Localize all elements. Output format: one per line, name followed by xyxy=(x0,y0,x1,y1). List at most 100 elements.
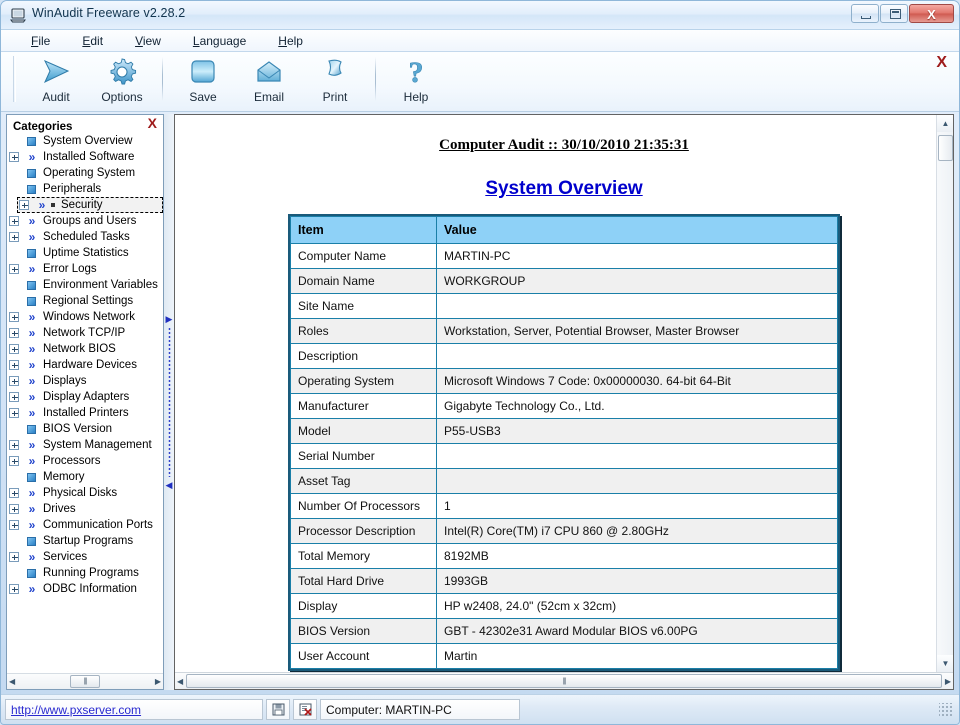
print-button[interactable]: Print xyxy=(302,52,368,107)
sidebar-item-regional-settings[interactable]: Regional Settings xyxy=(7,293,163,309)
sidebar-item-drives[interactable]: »Drives xyxy=(7,501,163,517)
expand-icon[interactable] xyxy=(9,392,19,402)
scroll-left-icon[interactable]: ◀ xyxy=(9,677,15,686)
cell-value: Intel(R) Core(TM) i7 CPU 860 @ 2.80GHz xyxy=(437,519,838,544)
report-vscrollbar[interactable]: ▲ ▼ xyxy=(936,115,953,672)
save-button[interactable]: Save xyxy=(170,52,236,107)
splitter-collapse-right-icon[interactable]: ▶ xyxy=(166,315,173,323)
website-link[interactable]: http://www.pxserver.com xyxy=(11,703,141,717)
report-section-heading[interactable]: System Overview xyxy=(175,178,953,200)
table-row: Processor DescriptionIntel(R) Core(TM) i… xyxy=(291,519,838,544)
menu-item-edit[interactable]: Edit xyxy=(66,32,119,50)
sidebar-item-installed-printers[interactable]: »Installed Printers xyxy=(7,405,163,421)
sidebar-item-label: Running Programs xyxy=(43,567,139,579)
chevron-double-right-icon: » xyxy=(23,392,39,402)
sidebar-hscrollbar[interactable]: ◀ ||| ▶ xyxy=(7,673,163,689)
sidebar-item-odbc-information[interactable]: »ODBC Information xyxy=(7,581,163,597)
chevron-double-right-icon: » xyxy=(23,584,39,594)
sidebar-item-processors[interactable]: »Processors xyxy=(7,453,163,469)
expand-icon[interactable] xyxy=(9,584,19,594)
help-button[interactable]: ? Help xyxy=(383,52,449,107)
scroll-right-icon[interactable]: ▶ xyxy=(155,677,161,686)
sidebar-item-network-tcp-ip[interactable]: »Network TCP/IP xyxy=(7,325,163,341)
sidebar-item-memory[interactable]: Memory xyxy=(7,469,163,485)
expand-icon[interactable] xyxy=(9,376,19,386)
sidebar-item-security[interactable]: »Security xyxy=(17,197,163,213)
panel-splitter[interactable]: ▶ ◀ xyxy=(164,114,174,690)
expand-icon[interactable] xyxy=(9,344,19,354)
audit-button[interactable]: Audit xyxy=(23,52,89,107)
expand-icon[interactable] xyxy=(9,312,19,322)
sidebar-item-operating-system[interactable]: Operating System xyxy=(7,165,163,181)
sidebar-item-windows-network[interactable]: »Windows Network xyxy=(7,309,163,325)
column-header-item: Item xyxy=(291,217,437,244)
expand-icon[interactable] xyxy=(9,552,19,562)
sidebar-item-display-adapters[interactable]: » Display Adapters xyxy=(7,389,163,405)
expand-icon[interactable] xyxy=(9,488,19,498)
sidebar-item-running-programs[interactable]: Running Programs xyxy=(7,565,163,581)
report-scroll-right-icon[interactable]: ▶ xyxy=(945,677,951,686)
menu-item-language[interactable]: Language xyxy=(177,32,262,50)
sidebar-item-peripherals[interactable]: Peripherals xyxy=(7,181,163,197)
toolbar-close-icon[interactable]: X xyxy=(936,54,947,72)
report-hscroll-thumb[interactable]: ||| xyxy=(186,674,942,688)
scroll-down-icon[interactable]: ▼ xyxy=(937,655,953,672)
sidebar-item-communication-ports[interactable]: »Communication Ports xyxy=(7,517,163,533)
sidebar-item-uptime-statistics[interactable]: Uptime Statistics xyxy=(7,245,163,261)
menu-item-file[interactable]: File xyxy=(15,32,66,50)
expand-icon[interactable] xyxy=(9,440,19,450)
cell-item: Model xyxy=(291,419,437,444)
sidebar-item-error-logs[interactable]: »Error Logs xyxy=(7,261,163,277)
sidebar-item-groups-and-users[interactable]: »Groups and Users xyxy=(7,213,163,229)
close-button[interactable]: X xyxy=(909,4,954,23)
expand-icon[interactable] xyxy=(9,264,19,274)
sidebar-item-installed-software[interactable]: »Installed Software xyxy=(7,149,163,165)
email-label: Email xyxy=(254,90,284,104)
sidebar-item-environment-variables[interactable]: Environment Variables xyxy=(7,277,163,293)
sidebar-item-label: Communication Ports xyxy=(43,519,153,531)
menu-item-help[interactable]: Help xyxy=(262,32,319,50)
expand-icon[interactable] xyxy=(19,200,29,210)
sidebar-hscroll-thumb[interactable]: ||| xyxy=(70,675,100,688)
expand-icon[interactable] xyxy=(9,456,19,466)
expand-icon[interactable] xyxy=(9,152,19,162)
sidebar-item-physical-disks[interactable]: »Physical Disks xyxy=(7,485,163,501)
status-save-pane[interactable] xyxy=(266,699,290,720)
sidebar-item-displays[interactable]: »Displays xyxy=(7,373,163,389)
chevron-double-right-icon: » xyxy=(23,552,39,562)
expand-icon[interactable] xyxy=(9,216,19,226)
status-report-pane[interactable] xyxy=(293,699,317,720)
sidebar-item-system-management[interactable]: »System Management xyxy=(7,437,163,453)
expand-icon[interactable] xyxy=(9,360,19,370)
report-hscrollbar[interactable]: ◀ ||| ▶ xyxy=(175,672,953,689)
sidebar-item-services[interactable]: »Services xyxy=(7,549,163,565)
sidebar-item-hardware-devices[interactable]: »Hardware Devices xyxy=(7,357,163,373)
report-scroll-left-icon[interactable]: ◀ xyxy=(177,677,183,686)
email-button[interactable]: Email xyxy=(236,52,302,107)
sidebar-item-system-overview[interactable]: System Overview xyxy=(7,133,163,149)
resize-grip[interactable] xyxy=(939,703,953,717)
expand-icon[interactable] xyxy=(9,504,19,514)
maximize-button[interactable] xyxy=(880,4,908,23)
toolbar-grip[interactable] xyxy=(13,56,16,102)
chevron-double-right-icon: » xyxy=(23,232,39,242)
report-vscroll-thumb[interactable] xyxy=(938,135,953,161)
expand-icon[interactable] xyxy=(9,408,19,418)
table-row: Description xyxy=(291,344,838,369)
splitter-grip[interactable] xyxy=(168,327,171,477)
splitter-collapse-left-icon[interactable]: ◀ xyxy=(166,481,173,489)
options-button[interactable]: Options xyxy=(89,52,155,107)
categories-close-icon[interactable]: X xyxy=(148,115,157,131)
sidebar-item-network-bios[interactable]: »Network BIOS xyxy=(7,341,163,357)
sidebar-item-bios-version[interactable]: BIOS Version xyxy=(7,421,163,437)
table-row: RolesWorkstation, Server, Potential Brow… xyxy=(291,319,838,344)
menu-item-view[interactable]: View xyxy=(119,32,177,50)
expand-icon[interactable] xyxy=(9,232,19,242)
scroll-up-icon[interactable]: ▲ xyxy=(937,115,953,132)
minimize-button[interactable] xyxy=(851,4,879,23)
sidebar-item-startup-programs[interactable]: Startup Programs xyxy=(7,533,163,549)
sidebar-item-scheduled-tasks[interactable]: »Scheduled Tasks xyxy=(7,229,163,245)
expand-icon[interactable] xyxy=(9,328,19,338)
sidebar-item-label: Display Adapters xyxy=(43,391,129,403)
expand-icon[interactable] xyxy=(9,520,19,530)
